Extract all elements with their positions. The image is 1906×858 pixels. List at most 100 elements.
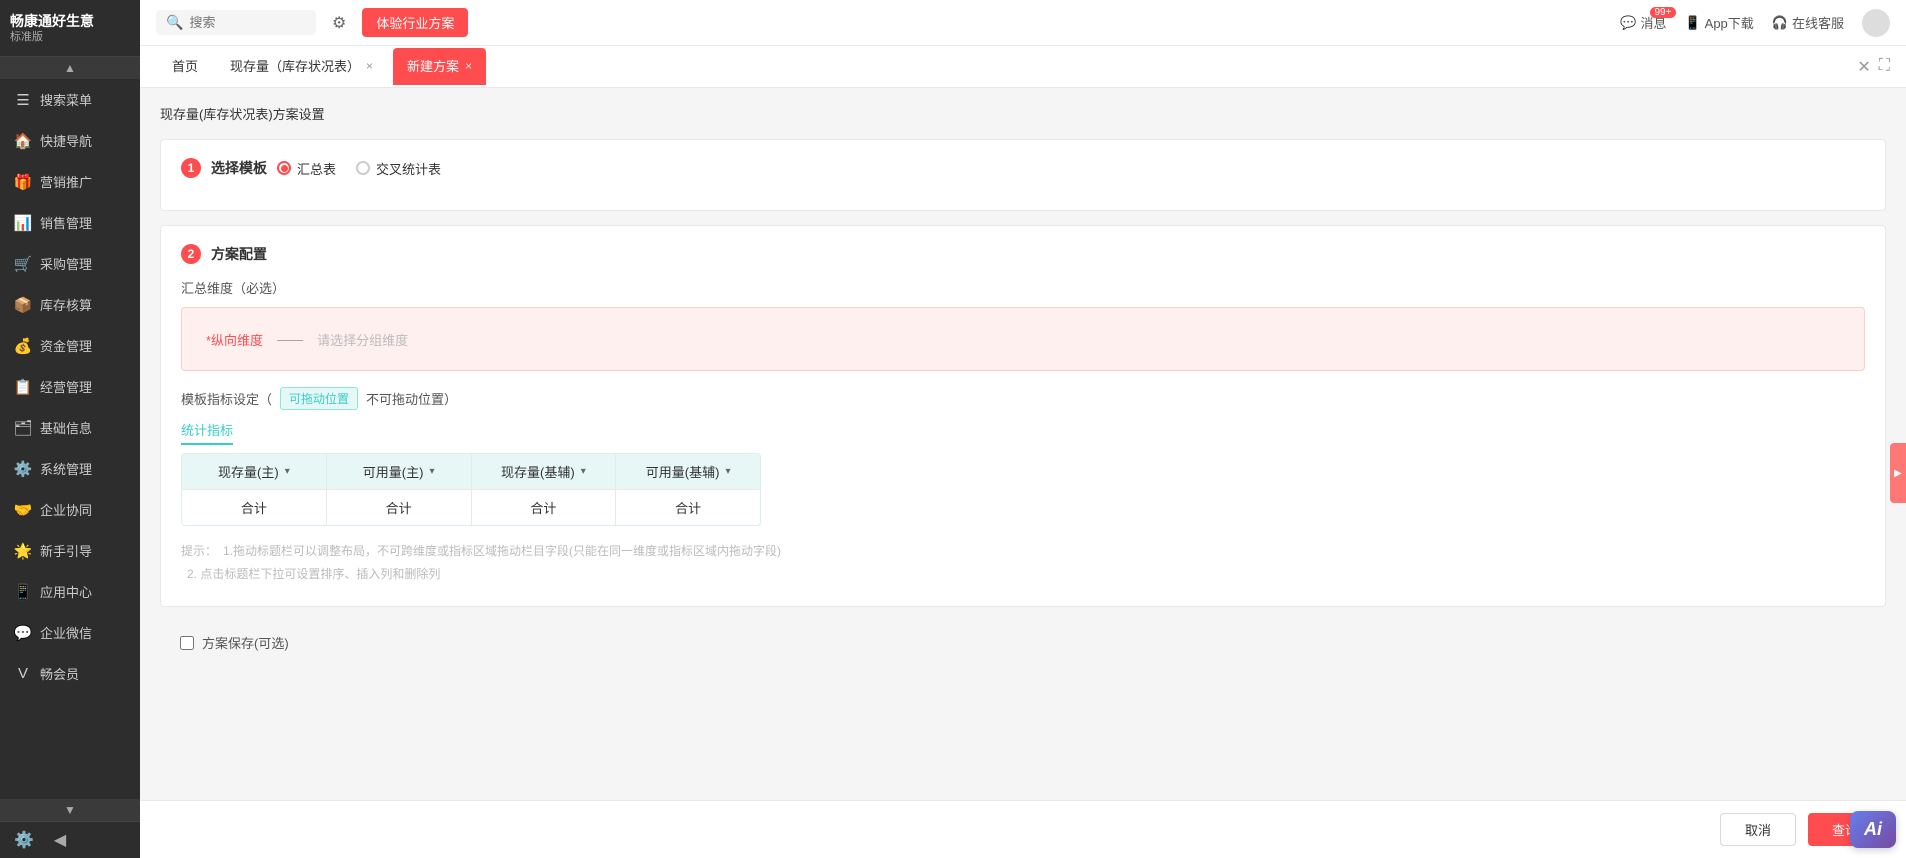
sidebar: 畅康通好生意 标准版 ▲ ☰ 搜索菜单 🏠 快捷导航 🎁 营销推广 📊 销售管理…: [0, 0, 140, 858]
basic-info-icon: 🗂: [14, 419, 32, 437]
chevron-down-icon-0[interactable]: ▾: [285, 466, 290, 477]
sidebar-item-membership[interactable]: V 畅会员: [0, 653, 140, 694]
template-radio-group: 汇总表 交叉统计表: [277, 159, 441, 178]
app-download-label: App下载: [1705, 13, 1754, 32]
indicator-label-text2: 不可拖动位置）: [366, 389, 457, 408]
section-template: 1 选择模板 汇总表 交叉统计表: [160, 139, 1886, 211]
chevron-down-icon-3[interactable]: ▾: [725, 466, 730, 477]
draggable-tag: 可拖动位置: [280, 387, 358, 410]
tab-expand-btns: ✕ ⛶: [1857, 57, 1890, 77]
sidebar-item-label: 经营管理: [40, 377, 92, 396]
wechat-icon: 💬: [14, 624, 32, 642]
expand-btn[interactable]: ⛶: [1879, 57, 1890, 77]
sidebar-item-finance[interactable]: 💰 资金管理: [0, 325, 140, 366]
bottom-actions: 取消 查询: [140, 800, 1906, 858]
sidebar-item-operation[interactable]: 📋 经营管理: [0, 366, 140, 407]
radio-summary-circle: [277, 161, 291, 175]
home-icon: 🏠: [14, 132, 32, 150]
main-content: 🔍 ⚙ 体验行业方案 💬 消息 99+ 📱 App下载 🎧 在线客服 首页: [140, 0, 1906, 858]
chevron-down-icon-1[interactable]: ▾: [429, 466, 434, 477]
save-checkbox-label[interactable]: 方案保存(可选): [180, 633, 1866, 652]
membership-icon: V: [14, 665, 32, 683]
stat-col-1-label: 可用量(主): [363, 462, 424, 481]
avatar[interactable]: [1862, 9, 1890, 37]
sidebar-item-marketing[interactable]: 🎁 营销推广: [0, 161, 140, 202]
section1-num: 1: [181, 158, 201, 178]
sidebar-item-sales[interactable]: 📊 销售管理: [0, 202, 140, 243]
cancel-button[interactable]: 取消: [1720, 813, 1796, 846]
tab-new-scheme[interactable]: 新建方案 ×: [393, 48, 486, 85]
stat-cell-0-1: 合计: [327, 490, 472, 525]
chevron-down-icon-2[interactable]: ▾: [581, 466, 586, 477]
ai-badge[interactable]: Ai: [1850, 811, 1896, 848]
sidebar-footer: ⚙️ ◀: [0, 821, 140, 858]
headset-icon: 🎧: [1772, 15, 1788, 31]
section-template-header: 1 选择模板 汇总表 交叉统计表: [181, 158, 1865, 178]
trial-button[interactable]: 体验行业方案: [362, 8, 468, 37]
stat-col-0-label: 现存量(主): [218, 462, 279, 481]
stat-table: 现存量(主) ▾ 可用量(主) ▾ 现存量(基辅) ▾ 可用量(基辅): [181, 453, 761, 526]
tip-num-1: 提示：: [181, 542, 217, 559]
page-title: 现存量(库存状况表)方案设置: [160, 104, 1886, 123]
tip-line-1: 提示： 1.拖动标题栏可以调整布局，不可跨维度或指标区域拖动栏目字段(只能在同一…: [181, 542, 1865, 559]
sidebar-scroll-up[interactable]: ▲: [0, 57, 140, 79]
radio-cross[interactable]: 交叉统计表: [356, 159, 441, 178]
radio-summary-label: 汇总表: [297, 159, 336, 178]
stat-col-1[interactable]: 可用量(主) ▾: [327, 454, 472, 489]
tab-new-scheme-close[interactable]: ×: [465, 59, 472, 73]
indicator-label: 模板指标设定（ 可拖动位置 不可拖动位置）: [181, 387, 1865, 410]
save-checkbox-input[interactable]: [180, 636, 194, 650]
radio-summary[interactable]: 汇总表: [277, 159, 336, 178]
tips-section: 提示： 1.拖动标题栏可以调整布局，不可跨维度或指标区域拖动栏目字段(只能在同一…: [181, 542, 1865, 582]
sidebar-item-quick-nav[interactable]: 🏠 快捷导航: [0, 120, 140, 161]
message-icon: 💬: [1620, 15, 1636, 31]
section-config-header: 2 方案配置: [181, 244, 1865, 264]
sidebar-item-label: 基础信息: [40, 418, 92, 437]
sidebar-item-purchase[interactable]: 🛒 采购管理: [0, 243, 140, 284]
right-panel-toggle[interactable]: ▶: [1890, 443, 1906, 503]
stat-col-3[interactable]: 可用量(基辅) ▾: [616, 454, 760, 489]
section-config: 2 方案配置 汇总维度（必选） *纵向维度 —— 请选择分组维度 模板指标设定（…: [160, 225, 1886, 607]
stat-col-0[interactable]: 现存量(主) ▾: [182, 454, 327, 489]
sidebar-item-search-menu[interactable]: ☰ 搜索菜单: [0, 79, 140, 120]
sidebar-item-wechat[interactable]: 💬 企业微信: [0, 612, 140, 653]
indicator-label-text: 模板指标设定（: [181, 389, 272, 408]
sidebar-scroll-down[interactable]: ▼: [0, 799, 140, 821]
dim-placeholder[interactable]: 请选择分组维度: [317, 330, 408, 349]
phone-icon: 📱: [1684, 15, 1700, 31]
stat-cell-0-0: 合计: [182, 490, 327, 525]
search-box[interactable]: 🔍: [156, 10, 316, 35]
sidebar-item-system[interactable]: ⚙️ 系统管理: [0, 448, 140, 489]
sidebar-item-app-center[interactable]: 📱 应用中心: [0, 571, 140, 612]
search-icon: 🔍: [166, 14, 183, 31]
tab-inventory-status[interactable]: 现存量（库存状况表） ×: [214, 46, 389, 87]
sidebar-item-inventory[interactable]: 📦 库存核算: [0, 284, 140, 325]
notification-btn[interactable]: 💬 消息 99+: [1620, 13, 1666, 32]
tab-inventory-close[interactable]: ×: [366, 59, 373, 73]
sidebar-item-newbie[interactable]: 🌟 新手引导: [0, 530, 140, 571]
sidebar-item-label: 系统管理: [40, 459, 92, 478]
tab-inventory-label: 现存量（库存状况表）: [230, 56, 360, 75]
stat-cell-0-3: 合计: [616, 490, 760, 525]
online-service-btn[interactable]: 🎧 在线客服: [1772, 13, 1844, 32]
gear-icon[interactable]: ⚙: [332, 13, 346, 33]
stat-col-2[interactable]: 现存量(基辅) ▾: [472, 454, 617, 489]
tab-home[interactable]: 首页: [156, 46, 214, 87]
close-btn[interactable]: ✕: [1857, 57, 1870, 77]
newbie-icon: 🌟: [14, 542, 32, 560]
stat-table-header: 现存量(主) ▾ 可用量(主) ▾ 现存量(基辅) ▾ 可用量(基辅): [182, 454, 760, 489]
inventory-icon: 📦: [14, 296, 32, 314]
stat-col-2-label: 现存量(基辅): [501, 462, 575, 481]
sidebar-item-label: 新手引导: [40, 541, 92, 560]
search-input[interactable]: [189, 15, 299, 30]
sidebar-item-cooperation[interactable]: 🤝 企业协同: [0, 489, 140, 530]
collapse-icon[interactable]: ◀: [54, 830, 66, 850]
stat-section-title: 统计指标: [181, 420, 233, 445]
app-download-btn[interactable]: 📱 App下载: [1684, 13, 1753, 32]
radio-cross-label: 交叉统计表: [376, 159, 441, 178]
settings-icon[interactable]: ⚙️: [14, 830, 34, 850]
save-checkbox-text: 方案保存(可选): [202, 633, 289, 652]
tip-line-2: 2. 点击标题栏下拉可设置排序、插入列和删除列: [181, 565, 1865, 582]
app-center-icon: 📱: [14, 583, 32, 601]
sidebar-item-basic-info[interactable]: 🗂 基础信息: [0, 407, 140, 448]
